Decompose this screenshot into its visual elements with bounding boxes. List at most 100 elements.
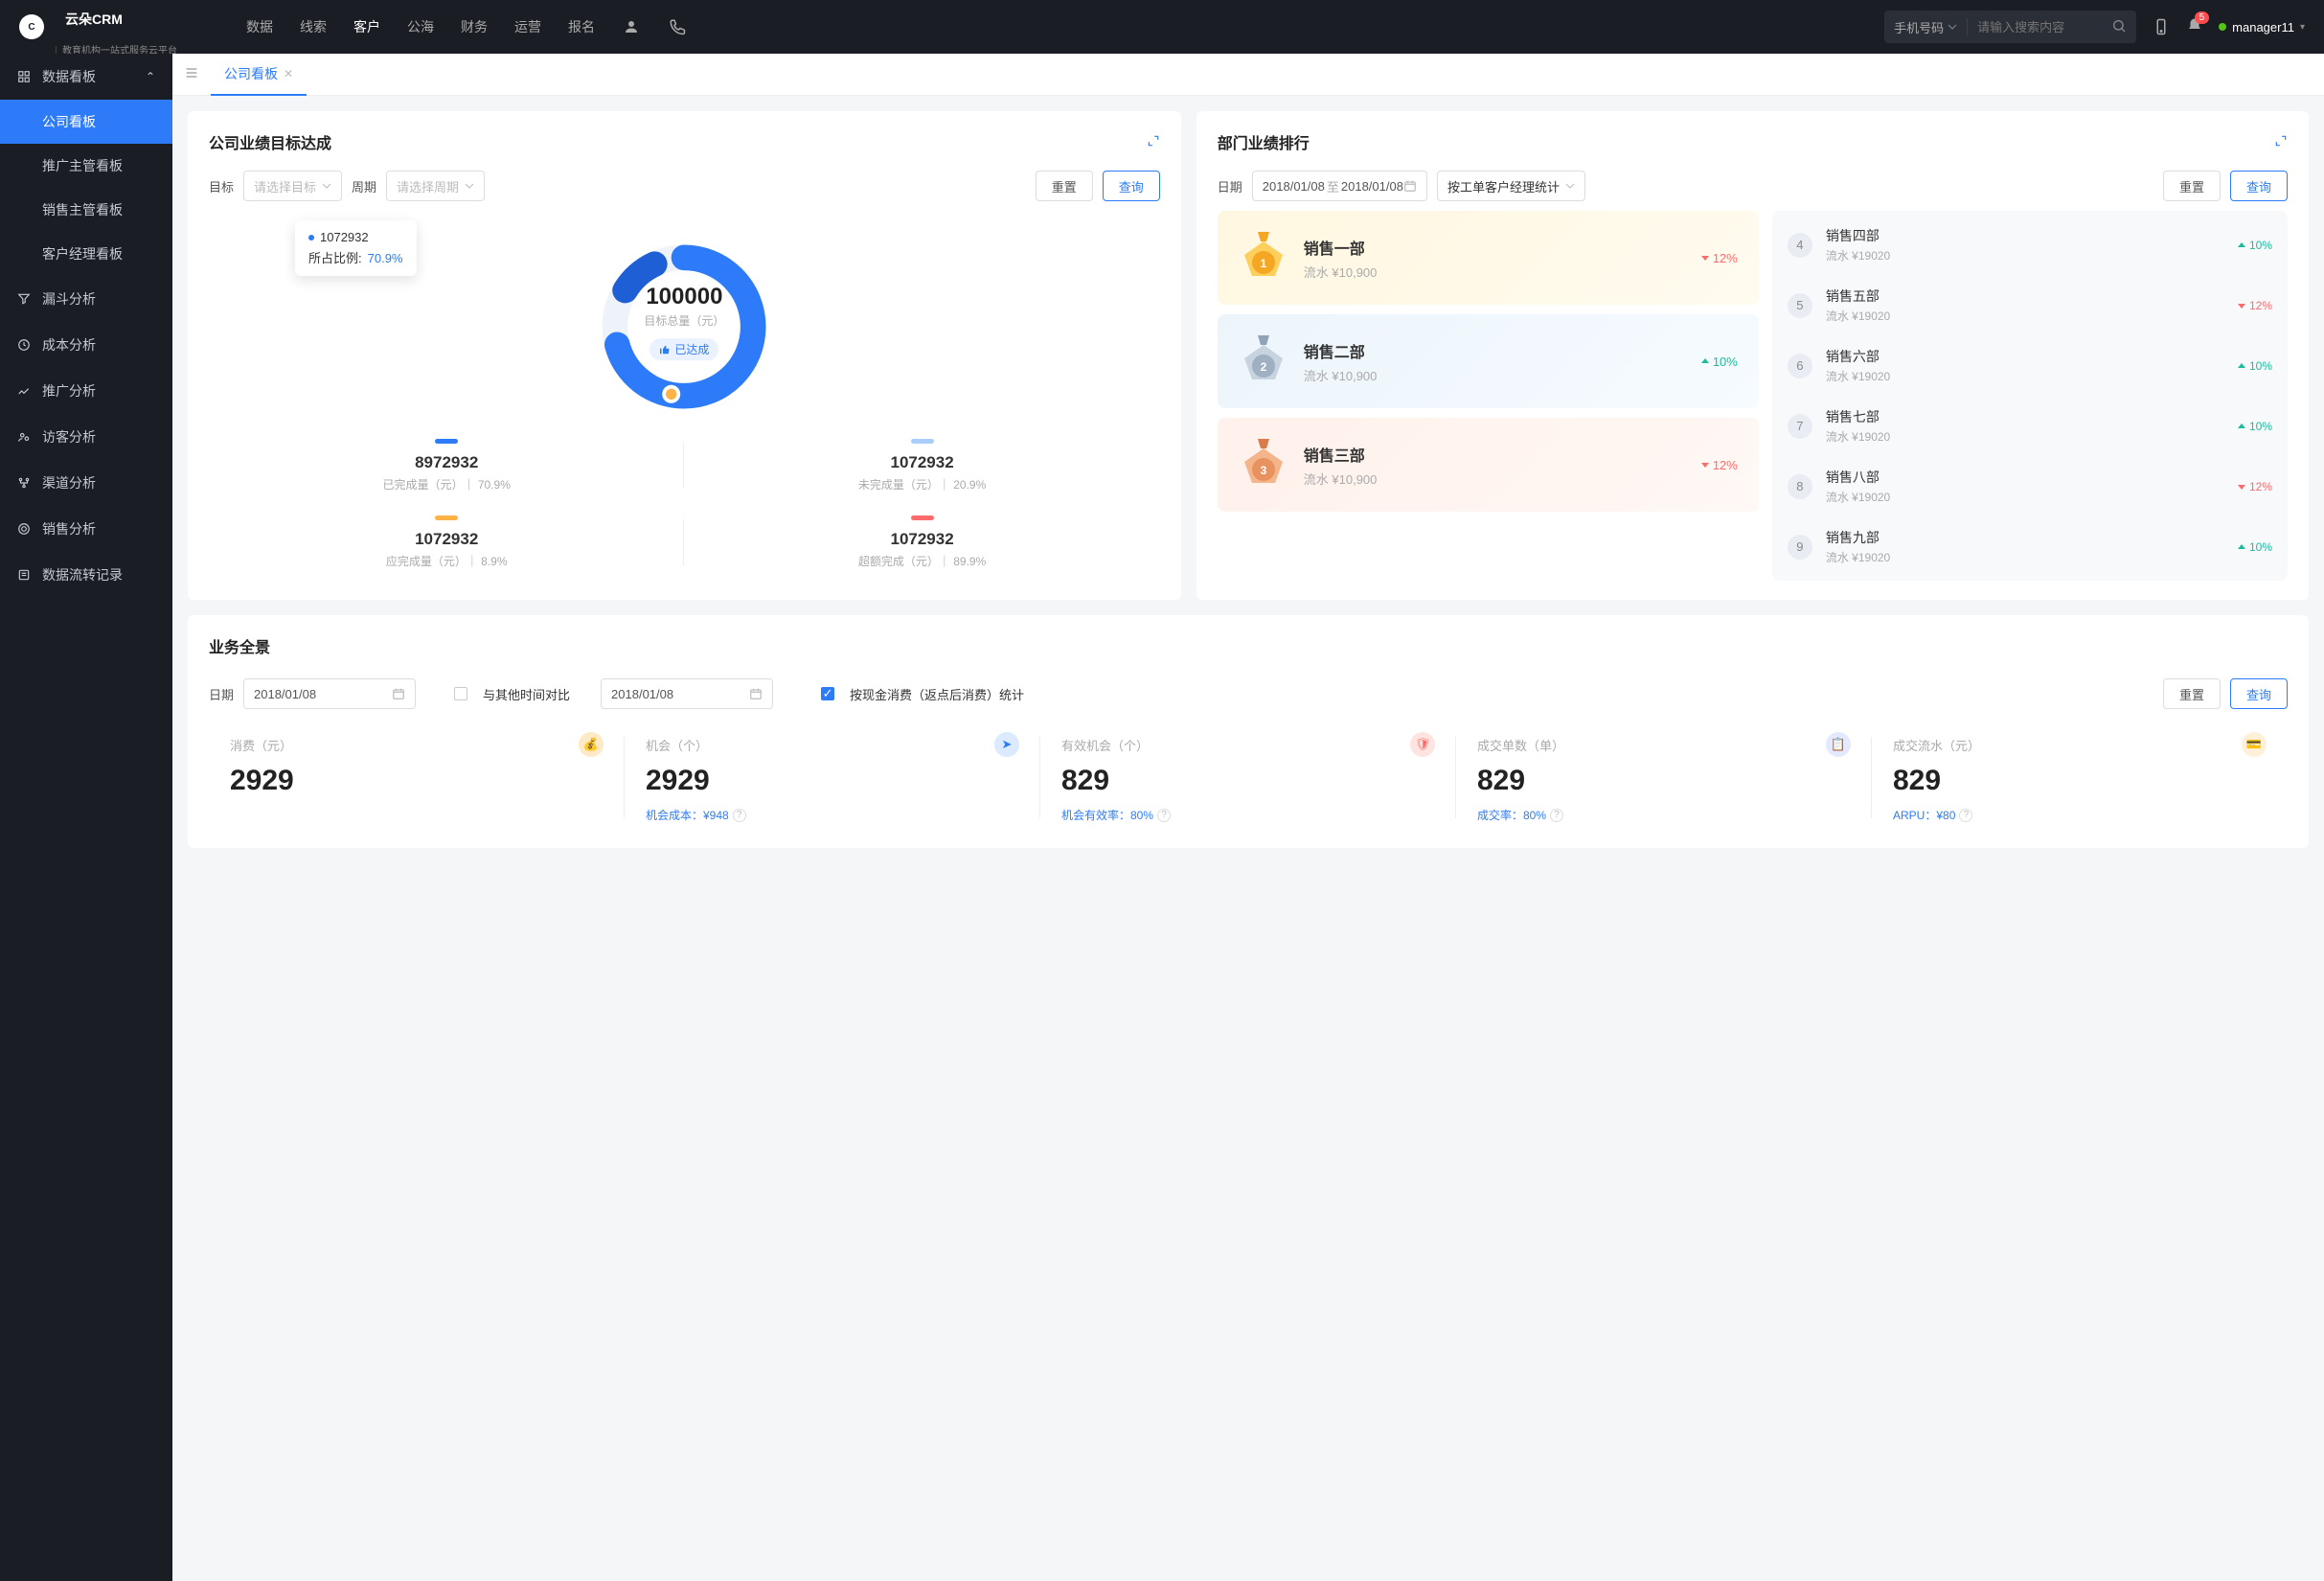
kpi-icon: 💳 [2242,732,2267,757]
kpi-card: 消费（元） 💰 2929 [209,726,625,829]
status-chip: 已达成 [649,338,718,360]
logo-icon: C [19,14,44,39]
search-box: 手机号码 [1884,11,2136,43]
period-select[interactable]: 请选择周期 [386,171,485,201]
search-input[interactable] [1968,20,2102,34]
rank-row: 8 销售八部流水 ¥19020 12% [1772,456,2288,516]
user-menu[interactable]: manager11 ▾ [2219,20,2305,34]
chevron-up-icon: ⌃ [146,70,155,83]
mobile-icon[interactable] [2152,17,2171,36]
reset-button[interactable]: 重置 [2163,678,2221,709]
brand-name: 云朵CRM [50,0,217,43]
kpi-row: 消费（元） 💰 2929 机会（个） ➤ 2929 机会成本：¥948? 有效机… [209,726,2288,829]
hamburger-icon[interactable] [184,65,199,83]
sidebar-item-channel[interactable]: 渠道分析 [0,460,172,506]
nav-customer[interactable]: 客户 [353,17,380,36]
nav-signup[interactable]: 报名 [568,17,595,36]
chevron-down-icon: ▾ [2300,22,2305,33]
sidebar-group-dashboard[interactable]: 数据看板 ⌃ [0,54,172,100]
nav-finance[interactable]: 财务 [461,17,488,36]
sidebar-item-funnel[interactable]: 漏斗分析 [0,276,172,322]
sidebar-item-visitor[interactable]: 访客分析 [0,414,172,460]
trend-up: 10% [2237,420,2272,433]
card-title: 部门业绩排行 [1218,130,1310,153]
reset-button[interactable]: 重置 [2163,171,2221,201]
nav-pool[interactable]: 公海 [407,17,434,36]
medal-gold-icon: 1 [1239,230,1288,286]
expand-icon[interactable] [1147,134,1160,150]
help-icon[interactable]: ? [1550,809,1563,822]
user-name: manager11 [2232,20,2294,34]
query-button[interactable]: 查询 [2230,171,2288,201]
rank-number: 8 [1788,474,1812,499]
metric-over: 1072932超额完成（元）｜ 89.9% [684,504,1159,581]
trend-up: 10% [1700,355,1738,369]
logo[interactable]: C 云朵CRM 教育机构一站式服务云平台 [19,0,217,57]
kpi-card: 成交单数（单） 📋 829 成交率：80%? [1456,726,1872,829]
nav-leads[interactable]: 线索 [300,17,327,36]
statby-select[interactable]: 按工单客户经理统计 [1437,171,1585,201]
date-from[interactable]: 2018/01/08 至 2018/01/08 [1252,171,1427,201]
nav-ops[interactable]: 运营 [514,17,541,36]
cash-checkbox[interactable]: ✓ [821,687,834,700]
reset-button[interactable]: 重置 [1036,171,1093,201]
rank-number: 9 [1788,535,1812,560]
trend-down: 12% [1700,251,1738,265]
status-dot-icon [2219,23,2226,31]
nav-data[interactable]: 数据 [246,17,273,36]
clock-icon [17,338,33,352]
svg-text:2: 2 [1260,360,1266,374]
card-target: 公司业绩目标达成 目标 请选择目标 周期 请选择周期 重置 查询 1072932… [188,111,1181,600]
search-button[interactable] [2102,18,2136,36]
sidebar-item-cost[interactable]: 成本分析 [0,322,172,368]
medal-bronze-icon: 3 [1239,437,1288,493]
help-icon[interactable]: ? [733,809,746,822]
sidebar-item-company[interactable]: 公司看板 [0,100,172,144]
rank-3: 3 销售三部流水 ¥10,900 12% [1218,418,1759,512]
user-icon[interactable] [622,17,641,36]
help-icon[interactable]: ? [1157,809,1171,822]
sidebar-item-promo[interactable]: 推广分析 [0,368,172,414]
sidebar-item-sales[interactable]: 销售分析 [0,506,172,552]
kpi-card: 有效机会（个） 🛡 829 机会有效率：80%? [1040,726,1456,829]
rank-number: 4 [1788,233,1812,258]
dashboard-icon [17,70,33,83]
kpi-icon: 💰 [579,732,604,757]
kpi-icon: 🛡 [1410,732,1435,757]
channel-icon [17,476,33,490]
compare-checkbox[interactable] [454,687,467,700]
query-button[interactable]: 查询 [2230,678,2288,709]
metric-done: 8972932已完成量（元）｜ 70.9% [209,427,684,504]
target-select[interactable]: 请选择目标 [243,171,342,201]
close-icon[interactable]: ✕ [284,67,293,80]
sidebar-item-sales-lead[interactable]: 销售主管看板 [0,188,172,232]
date-label: 日期 [209,685,234,703]
help-icon[interactable]: ? [1959,809,1972,822]
cash-label: 按现金消费（返点后消费）统计 [850,685,1024,703]
sidebar-item-flow[interactable]: 数据流转记录 [0,552,172,598]
metric-undone: 1072932未完成量（元）｜ 20.9% [684,427,1159,504]
sidebar-item-promo-lead[interactable]: 推广主管看板 [0,144,172,188]
search-prefix-select[interactable]: 手机号码 [1884,18,1968,36]
rank-row: 7 销售七部流水 ¥19020 10% [1772,396,2288,456]
expand-icon[interactable] [2274,134,2288,150]
notification-button[interactable]: 5 [2186,17,2203,37]
rank-rest: 4 销售四部流水 ¥19020 10% 5 销售五部流水 ¥19020 12% … [1772,211,2288,581]
date-2[interactable]: 2018/01/08 [601,678,773,709]
rank-number: 7 [1788,414,1812,439]
svg-text:1: 1 [1260,257,1266,270]
sidebar-item-manager[interactable]: 客户经理看板 [0,232,172,276]
tab-company-board[interactable]: 公司看板 ✕ [211,54,307,96]
kpi-icon: 📋 [1826,732,1851,757]
date-1[interactable]: 2018/01/08 [243,678,416,709]
phone-icon[interactable] [668,17,687,36]
thumbs-up-icon [659,344,671,355]
card-title: 业务全景 [209,634,270,657]
rank-2: 2 销售二部流水 ¥10,900 10% [1218,314,1759,408]
query-button[interactable]: 查询 [1103,171,1160,201]
target-icon [17,522,33,536]
sidebar-group-label: 数据看板 [42,67,96,86]
metrics-grid: 8972932已完成量（元）｜ 70.9% 1072932未完成量（元）｜ 20… [209,427,1160,581]
dot-icon [308,235,314,241]
notification-badge: 5 [2195,11,2210,24]
